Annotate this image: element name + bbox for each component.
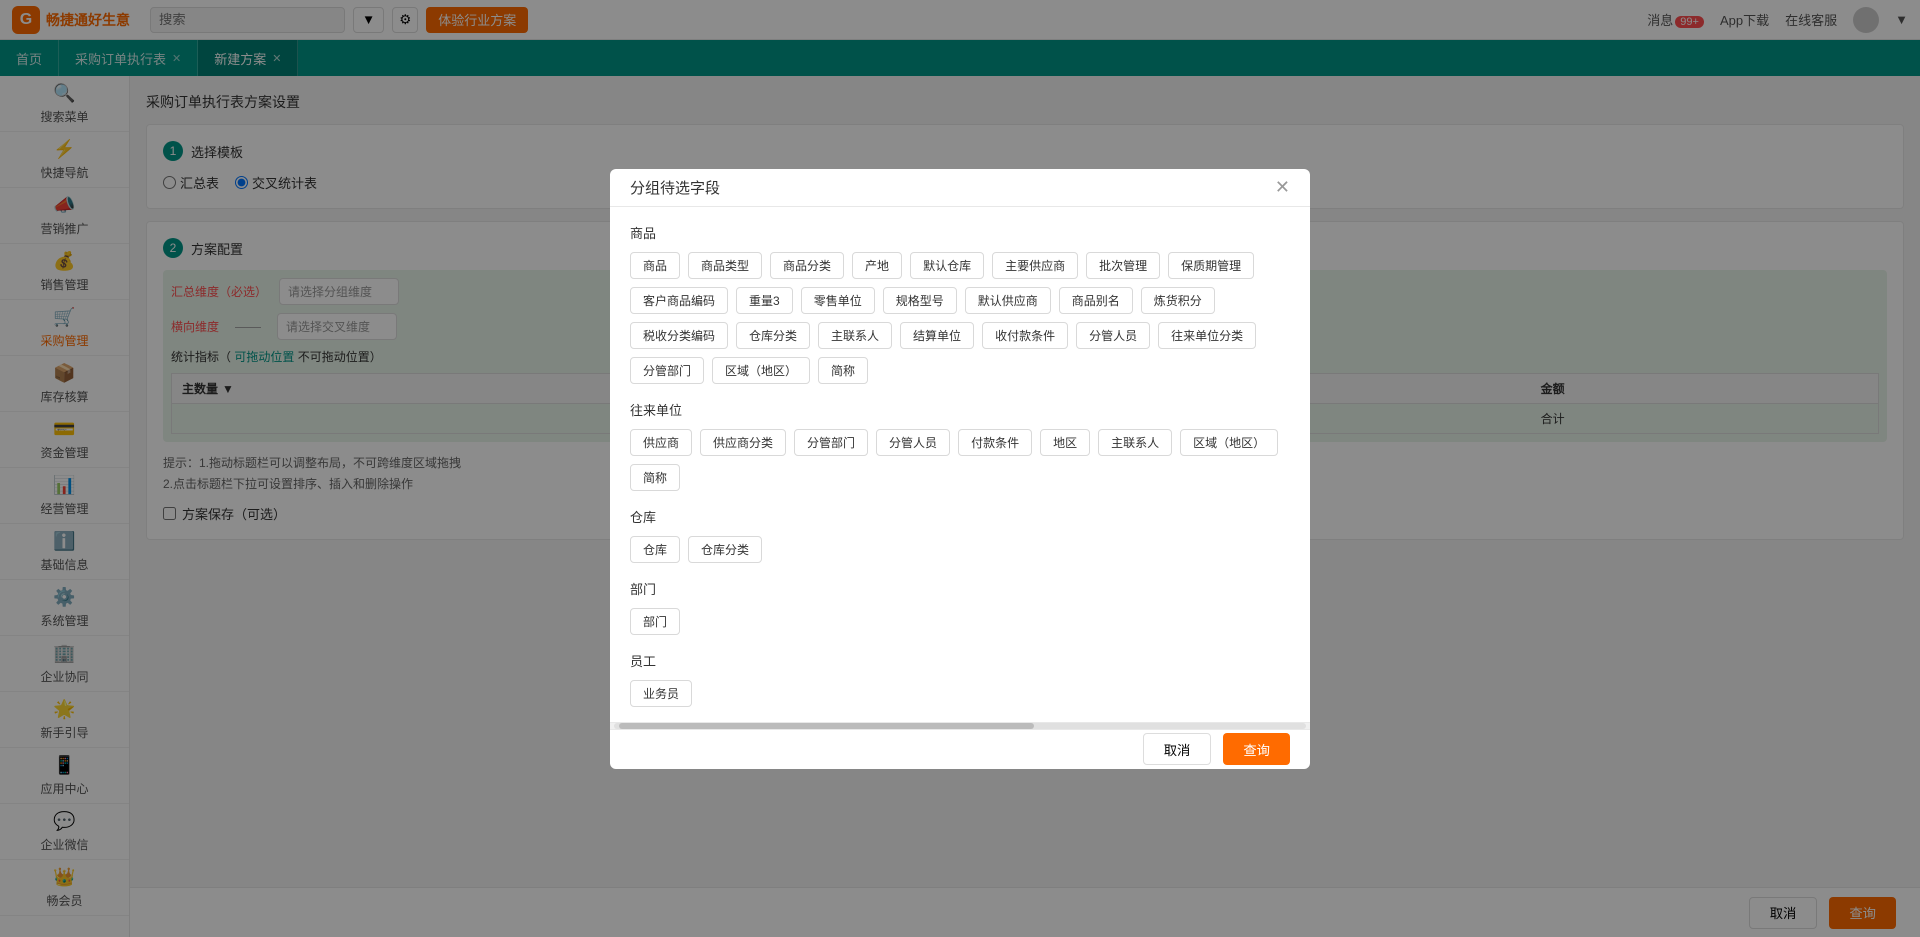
- field-partner-区域地区[interactable]: 区域（地区）: [1180, 429, 1278, 456]
- field-product-商品类型[interactable]: 商品类型: [688, 252, 762, 279]
- field-product-简称[interactable]: 简称: [818, 357, 868, 384]
- section-warehouse: 仓库 仓库 仓库分类: [630, 507, 1290, 563]
- field-grid-warehouse: 仓库 仓库分类: [630, 536, 1290, 563]
- field-product-主要供应商[interactable]: 主要供应商: [992, 252, 1078, 279]
- field-product-保质期管理[interactable]: 保质期管理: [1168, 252, 1254, 279]
- field-partner-简称[interactable]: 简称: [630, 464, 680, 491]
- field-product-默认仓库[interactable]: 默认仓库: [910, 252, 984, 279]
- modal-overlay[interactable]: 分组待选字段 ✕ 商品 商品 商品类型 商品分类 产地 默认仓库 主要供应商 批…: [0, 0, 1920, 937]
- field-grid-partner: 供应商 供应商分类 分管部门 分管人员 付款条件 地区 主联系人 区域（地区） …: [630, 429, 1290, 491]
- field-partner-分管部门[interactable]: 分管部门: [794, 429, 868, 456]
- field-employee-业务员[interactable]: 业务员: [630, 680, 692, 707]
- section-department-title: 部门: [630, 579, 1290, 598]
- field-product-商品[interactable]: 商品: [630, 252, 680, 279]
- field-product-收付款条件[interactable]: 收付款条件: [982, 322, 1068, 349]
- field-grid-department: 部门: [630, 608, 1290, 635]
- modal-body: 商品 商品 商品类型 商品分类 产地 默认仓库 主要供应商 批次管理 保质期管理…: [610, 207, 1310, 722]
- section-employee-title: 员工: [630, 651, 1290, 670]
- field-product-默认供应商[interactable]: 默认供应商: [965, 287, 1051, 314]
- section-department: 部门 部门: [630, 579, 1290, 635]
- section-product-title: 商品: [630, 223, 1290, 242]
- field-product-税收分类编码[interactable]: 税收分类编码: [630, 322, 728, 349]
- field-product-区域地区[interactable]: 区域（地区）: [712, 357, 810, 384]
- field-partner-供应商[interactable]: 供应商: [630, 429, 692, 456]
- field-product-商品别名[interactable]: 商品别名: [1059, 287, 1133, 314]
- section-partner-title: 往来单位: [630, 400, 1290, 419]
- field-product-结算单位[interactable]: 结算单位: [900, 322, 974, 349]
- section-partner: 往来单位 供应商 供应商分类 分管部门 分管人员 付款条件 地区 主联系人 区域…: [630, 400, 1290, 491]
- section-warehouse-title: 仓库: [630, 507, 1290, 526]
- field-product-商品分类[interactable]: 商品分类: [770, 252, 844, 279]
- field-partner-付款条件[interactable]: 付款条件: [958, 429, 1032, 456]
- field-partner-分管人员[interactable]: 分管人员: [876, 429, 950, 456]
- field-partner-地区[interactable]: 地区: [1040, 429, 1090, 456]
- field-warehouse-仓库[interactable]: 仓库: [630, 536, 680, 563]
- field-product-零售单位[interactable]: 零售单位: [801, 287, 875, 314]
- scrollbar-track: [614, 723, 1306, 729]
- field-product-往来单位分类[interactable]: 往来单位分类: [1158, 322, 1256, 349]
- field-grid-product: 商品 商品类型 商品分类 产地 默认仓库 主要供应商 批次管理 保质期管理 客户…: [630, 252, 1290, 384]
- field-warehouse-仓库分类[interactable]: 仓库分类: [688, 536, 762, 563]
- scrollbar-thumb: [619, 723, 1034, 729]
- modal-header: 分组待选字段 ✕: [610, 169, 1310, 207]
- field-product-主联系人[interactable]: 主联系人: [818, 322, 892, 349]
- modal-dialog: 分组待选字段 ✕ 商品 商品 商品类型 商品分类 产地 默认仓库 主要供应商 批…: [610, 169, 1310, 769]
- section-employee: 员工 业务员: [630, 651, 1290, 707]
- field-product-客户商品编码[interactable]: 客户商品编码: [630, 287, 728, 314]
- modal-cancel-button[interactable]: 取消: [1143, 733, 1212, 765]
- field-product-批次管理[interactable]: 批次管理: [1086, 252, 1160, 279]
- field-partner-供应商分类[interactable]: 供应商分类: [700, 429, 786, 456]
- field-department-部门[interactable]: 部门: [630, 608, 680, 635]
- field-product-产地[interactable]: 产地: [852, 252, 902, 279]
- field-product-炼货积分[interactable]: 炼货积分: [1141, 287, 1215, 314]
- field-product-重量3[interactable]: 重量3: [736, 287, 793, 314]
- field-partner-主联系人[interactable]: 主联系人: [1098, 429, 1172, 456]
- horizontal-scrollbar[interactable]: [610, 722, 1310, 729]
- field-product-仓库分类[interactable]: 仓库分类: [736, 322, 810, 349]
- modal-close-button[interactable]: ✕: [1275, 177, 1290, 198]
- modal-footer: 取消 查询: [610, 729, 1310, 769]
- field-product-规格型号[interactable]: 规格型号: [883, 287, 957, 314]
- modal-confirm-button[interactable]: 查询: [1223, 733, 1290, 765]
- field-product-分管人员[interactable]: 分管人员: [1076, 322, 1150, 349]
- field-product-分管部门[interactable]: 分管部门: [630, 357, 704, 384]
- field-grid-employee: 业务员: [630, 680, 1290, 707]
- modal-title: 分组待选字段: [630, 177, 720, 198]
- section-product: 商品 商品 商品类型 商品分类 产地 默认仓库 主要供应商 批次管理 保质期管理…: [630, 223, 1290, 384]
